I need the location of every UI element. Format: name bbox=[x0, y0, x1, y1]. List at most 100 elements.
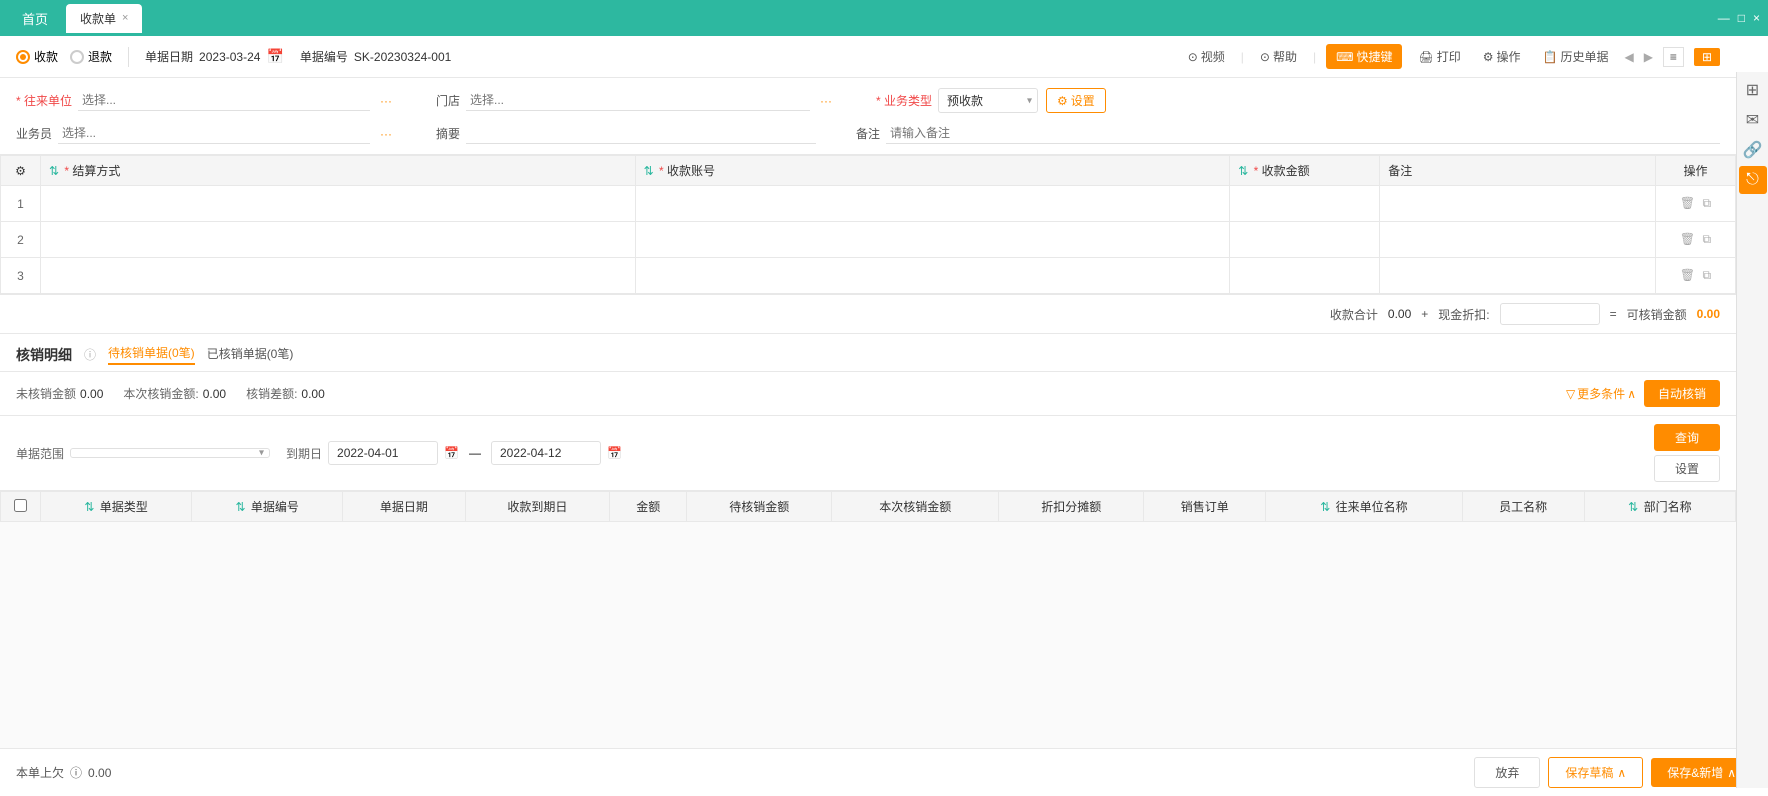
tab-home[interactable]: 首页 bbox=[8, 3, 62, 34]
radio-refund[interactable]: 退款 bbox=[70, 48, 112, 65]
store-ellipsis[interactable]: ··· bbox=[816, 94, 836, 108]
completed-tab[interactable]: 已核销单据(0笔) bbox=[207, 345, 294, 364]
remark-cell-1[interactable] bbox=[1380, 186, 1656, 222]
payment-method-cell-2[interactable] bbox=[41, 222, 636, 258]
history-btn[interactable]: 📋 历史单据 bbox=[1536, 46, 1614, 67]
form-settings-btn[interactable]: ⚙ 设置 bbox=[1046, 88, 1106, 113]
abandon-btn[interactable]: 放弃 bbox=[1474, 757, 1540, 788]
tab-close-btn[interactable]: × bbox=[122, 12, 128, 24]
account-cell-2[interactable] bbox=[635, 222, 1230, 258]
pending-tab[interactable]: 待核销单据(0笔) bbox=[108, 344, 195, 365]
delete-icon-2[interactable]: 🗑 bbox=[1680, 232, 1695, 246]
biz-type-select[interactable]: 预收款 bbox=[938, 88, 1038, 113]
actions-cell-3: 🗑 ⧉ bbox=[1656, 258, 1736, 294]
sidebar-screenshot-icon[interactable]: ⎋ bbox=[1739, 166, 1767, 194]
auto-verify-btn[interactable]: 自动核销 bbox=[1644, 380, 1720, 407]
radio-refund-label: 退款 bbox=[88, 48, 112, 65]
filter-settings-btn[interactable]: 设置 bbox=[1654, 455, 1720, 482]
account-cell-1[interactable] bbox=[635, 186, 1230, 222]
delete-icon-1[interactable]: 🗑 bbox=[1680, 196, 1695, 210]
amount-cell-1[interactable] bbox=[1230, 186, 1380, 222]
operation-btn[interactable]: ⚙ 操作 bbox=[1477, 46, 1527, 67]
right-sidebar: ⊞ ✉ 🔗 ⎋ bbox=[1736, 72, 1768, 788]
print-btn[interactable]: 🖨 打印 bbox=[1412, 46, 1466, 67]
sort-icon3[interactable]: ⇅ bbox=[1238, 164, 1248, 178]
list-view-btn[interactable]: ≡ bbox=[1663, 47, 1684, 67]
diff-label: 核销差额: bbox=[246, 385, 297, 402]
bottom-actions: 放弃 保存草稿 ∧ 保存&新增 ∧ bbox=[1474, 757, 1752, 788]
remark-cell-2[interactable] bbox=[1380, 222, 1656, 258]
chevron-up-icon3: ∧ bbox=[1727, 766, 1736, 780]
save-draft-btn[interactable]: 保存草稿 ∧ bbox=[1548, 757, 1643, 788]
sort-icon2[interactable]: ⇅ bbox=[644, 164, 654, 178]
summary-field: 摘要 bbox=[436, 123, 816, 144]
unit-ellipsis[interactable]: ··· bbox=[376, 94, 396, 108]
radio-receipt-label: 收款 bbox=[34, 48, 58, 65]
sidebar-table-icon[interactable]: ⊞ bbox=[1739, 76, 1767, 104]
sort-doc-type[interactable]: ⇅ bbox=[84, 500, 94, 514]
remark-cell-3[interactable] bbox=[1380, 258, 1656, 294]
date-from-input[interactable] bbox=[328, 441, 438, 465]
discount-header: 折扣分摊额 bbox=[999, 492, 1144, 522]
chevron-up-icon2: ∧ bbox=[1617, 766, 1626, 780]
grid-view-btn[interactable]: ⊞ bbox=[1694, 48, 1720, 66]
operation-icon: ⚙ bbox=[1483, 50, 1494, 64]
select-all-checkbox[interactable] bbox=[14, 499, 27, 512]
radio-receipt[interactable]: 收款 bbox=[16, 48, 58, 65]
toolbar-right: ⊙ 视频 | ⊙ 帮助 | ⌨ 快捷键 🖨 打印 ⚙ 操作 📋 bbox=[1182, 44, 1720, 69]
sidebar-link-icon[interactable]: 🔗 bbox=[1739, 136, 1767, 164]
calendar-icon[interactable]: 📅 bbox=[266, 48, 283, 65]
payment-method-cell-1[interactable] bbox=[41, 186, 636, 222]
calendar-from-icon[interactable]: 📅 bbox=[444, 446, 459, 460]
sort-icon[interactable]: ⇅ bbox=[49, 164, 59, 178]
more-filter-btn[interactable]: ▽ 更多条件 ∧ bbox=[1566, 385, 1636, 402]
minimize-btn[interactable]: — bbox=[1718, 11, 1730, 25]
staff-input[interactable] bbox=[58, 123, 370, 144]
dept-header: ⇅ 部门名称 bbox=[1584, 492, 1735, 522]
amount-cell-3[interactable] bbox=[1230, 258, 1380, 294]
account-cell-3[interactable] bbox=[635, 258, 1230, 294]
date-separator: — bbox=[469, 446, 481, 460]
staff-ellipsis[interactable]: ··· bbox=[376, 127, 396, 141]
pending-header: 待核销金额 bbox=[687, 492, 832, 522]
range-select-box[interactable] bbox=[70, 448, 270, 458]
range-select[interactable] bbox=[70, 448, 270, 458]
amount-header: ⇅ * 收款金额 bbox=[1230, 156, 1380, 186]
copy-icon-1[interactable]: ⧉ bbox=[1703, 196, 1712, 210]
payment-method-cell-3[interactable] bbox=[41, 258, 636, 294]
copy-icon-3[interactable]: ⧉ bbox=[1703, 268, 1712, 282]
tab-active[interactable]: 收款单 × bbox=[66, 4, 142, 33]
amount-cell-2[interactable] bbox=[1230, 222, 1380, 258]
payment-table: ⚙ ⇅ * 结算方式 ⇅ * 收款账号 ⇅ * 收款 bbox=[0, 155, 1736, 294]
number-field: 单据编号 SK-20230324-001 bbox=[300, 48, 451, 65]
calendar-to-icon[interactable]: 📅 bbox=[607, 446, 622, 460]
query-btn[interactable]: 查询 bbox=[1654, 424, 1720, 451]
close-btn[interactable]: × bbox=[1753, 11, 1760, 25]
summary-label: 摘要 bbox=[436, 125, 460, 142]
sort-doc-num[interactable]: ⇅ bbox=[236, 500, 246, 514]
discount-input[interactable] bbox=[1500, 303, 1600, 325]
maximize-btn[interactable]: □ bbox=[1738, 11, 1745, 25]
store-field: 门店 ··· bbox=[436, 90, 836, 111]
unit-input[interactable] bbox=[78, 90, 370, 111]
sidebar-mail-icon[interactable]: ✉ bbox=[1739, 106, 1767, 134]
summary-input[interactable] bbox=[466, 123, 816, 144]
date-to-input[interactable] bbox=[491, 441, 601, 465]
remark-input[interactable] bbox=[886, 123, 1720, 144]
biz-type-value[interactable]: 预收款 bbox=[938, 88, 1038, 113]
help-btn[interactable]: ⊙ 帮助 bbox=[1254, 46, 1303, 67]
video-btn[interactable]: ⊙ 视频 bbox=[1182, 46, 1231, 67]
payment-table-section: ⚙ ⇅ * 结算方式 ⇅ * 收款账号 ⇅ * 收款 bbox=[0, 155, 1736, 295]
copy-icon-2[interactable]: ⧉ bbox=[1703, 232, 1712, 246]
store-input[interactable] bbox=[466, 90, 810, 111]
actions-header: 操作 bbox=[1656, 156, 1736, 186]
delete-icon-3[interactable]: 🗑 bbox=[1680, 268, 1695, 282]
checkbox-header[interactable] bbox=[1, 492, 41, 522]
equals-sign: = bbox=[1610, 307, 1617, 321]
settings-header[interactable]: ⚙ bbox=[1, 156, 41, 186]
sort-dept[interactable]: ⇅ bbox=[1628, 500, 1638, 514]
sort-partner[interactable]: ⇅ bbox=[1320, 500, 1330, 514]
shortcut-btn[interactable]: ⌨ 快捷键 bbox=[1326, 44, 1402, 69]
table-row: 2 🗑 ⧉ bbox=[1, 222, 1736, 258]
info-icon[interactable]: ⓘ bbox=[84, 346, 96, 363]
